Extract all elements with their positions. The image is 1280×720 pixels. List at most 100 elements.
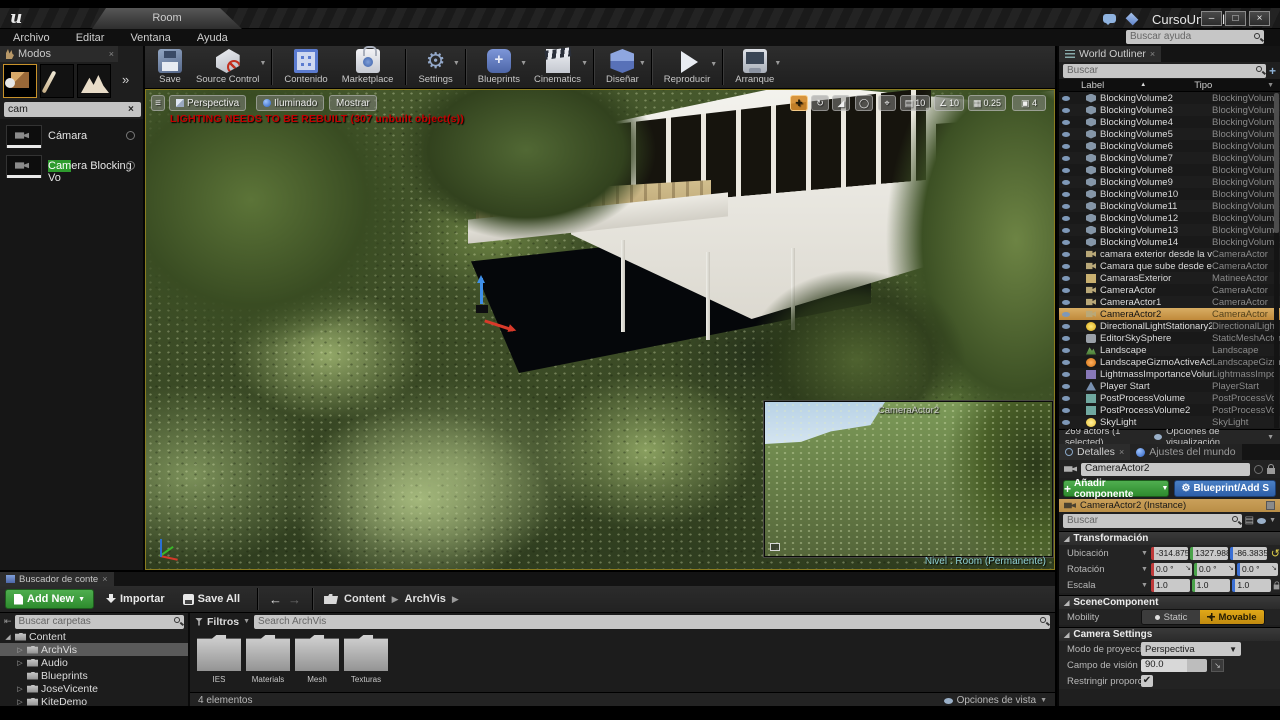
close-icon[interactable]: ×: [1119, 447, 1124, 457]
chevron-icon[interactable]: ▷: [16, 646, 24, 654]
list-item-camera[interactable]: Cámara: [0, 123, 143, 151]
projection-select[interactable]: Perspectiva ▼: [1141, 642, 1241, 656]
rotation-z-input[interactable]: 0.0 ° ↘: [1236, 562, 1278, 576]
tab-world-outliner[interactable]: World Outliner ×: [1059, 46, 1162, 62]
mode-paint-button[interactable]: [40, 64, 74, 98]
outliner-row-cameraactor1[interactable]: CameraActor1 CameraActor: [1059, 296, 1280, 308]
rotation-x-input[interactable]: 0.0 ° ↘: [1150, 562, 1192, 576]
blueprint-add-script-button[interactable]: ⚙ Blueprint/Add S: [1174, 480, 1276, 497]
marketplace-gem-icon[interactable]: [1125, 12, 1139, 26]
outliner-row-lightmassimportancevolume[interactable]: LightmassImportanceVolume LightmassImpo: [1059, 368, 1280, 380]
outliner-row-directionallightstationary2[interactable]: DirectionalLightStationary2 DirectionalLi…: [1059, 320, 1280, 332]
feedback-icon[interactable]: [1103, 14, 1116, 25]
toolbar-contenido-button[interactable]: Contenido: [277, 48, 334, 86]
eye-icon[interactable]: [1062, 167, 1070, 173]
component-instance-row[interactable]: CameraActor2 (Instance): [1059, 499, 1280, 512]
eye-icon[interactable]: [1062, 131, 1070, 137]
eye-icon[interactable]: [1062, 263, 1070, 269]
eye-icon[interactable]: [1062, 359, 1070, 365]
outliner-row-blockingvolume6[interactable]: BlockingVolume6 BlockingVolume: [1059, 140, 1280, 152]
scale-tool-button[interactable]: ◢: [832, 95, 850, 111]
mode-landscape-button[interactable]: [77, 64, 111, 98]
filters-button[interactable]: Filtros: [207, 616, 239, 628]
forward-button[interactable]: →: [288, 592, 301, 607]
import-button[interactable]: Importar: [100, 593, 171, 605]
eye-icon[interactable]: [1062, 335, 1070, 341]
world-local-toggle[interactable]: ◯: [855, 95, 873, 111]
radio-icon[interactable]: [126, 161, 135, 170]
eye-icon[interactable]: [1062, 239, 1070, 245]
outliner-row-blockingvolume14[interactable]: BlockingVolume14 BlockingVolume: [1059, 236, 1280, 248]
add-new-button[interactable]: Add New ▼: [5, 589, 94, 609]
outliner-row-blockingvolume9[interactable]: BlockingVolume9 BlockingVolume: [1059, 176, 1280, 188]
outliner-row-blockingvolume11[interactable]: BlockingVolume11 BlockingVolume: [1059, 200, 1280, 212]
column-type[interactable]: Tipo: [1194, 80, 1212, 91]
scale-z-input[interactable]: 1.0: [1232, 578, 1272, 592]
view-options-button[interactable]: Opciones de vista: [957, 695, 1037, 706]
eye-icon[interactable]: [1062, 191, 1070, 197]
content-folder-ies[interactable]: IES: [196, 635, 242, 682]
scrollbar-thumb[interactable]: [1274, 93, 1279, 233]
tree-item-blueprints[interactable]: Blueprints: [0, 669, 188, 682]
toolbar-source-control-button[interactable]: Source Control ▼: [189, 48, 266, 86]
outliner-row-editorskysphere[interactable]: EditorSkySphere StaticMeshActor: [1059, 332, 1280, 344]
outliner-row-blockingvolume12[interactable]: BlockingVolume12 BlockingVolume: [1059, 212, 1280, 224]
outliner-row-blockingvolume13[interactable]: BlockingVolume13 BlockingVolume: [1059, 224, 1280, 236]
toolbar-settings-button[interactable]: ⚙ Settings ▼: [411, 48, 459, 86]
tab-content-browser[interactable]: Buscador de conte ×: [0, 572, 114, 586]
scale-x-input[interactable]: 1.0: [1150, 578, 1190, 592]
close-icon[interactable]: ×: [102, 574, 107, 584]
level-tab[interactable]: Room: [92, 8, 242, 29]
eye-icon[interactable]: [1062, 299, 1070, 305]
eye-icon[interactable]: [1062, 323, 1070, 329]
reset-location-icon[interactable]: ↺: [1271, 547, 1280, 560]
move-tool-button[interactable]: ✚: [790, 95, 808, 111]
outliner-row-postprocessvolume[interactable]: PostProcessVolume PostProcessVo: [1059, 392, 1280, 404]
tree-item-content[interactable]: ◢ Content: [0, 630, 188, 643]
camera-preview-window[interactable]: CameraActor2: [764, 401, 1053, 557]
eye-icon[interactable]: [1062, 143, 1070, 149]
save-all-button[interactable]: Save All: [177, 593, 246, 605]
toolbar-reproducir-button[interactable]: Reproducir ▼: [657, 49, 717, 86]
eye-icon[interactable]: [1062, 155, 1070, 161]
grid-view-icon[interactable]: ▤: [1245, 515, 1254, 526]
eye-icon[interactable]: [1062, 119, 1070, 125]
toolbar-cinematics-button[interactable]: Cinematics ▼: [527, 48, 588, 86]
outliner-row-cameraactor2[interactable]: CameraActor2 CameraActor: [1059, 308, 1280, 320]
menu-ventana[interactable]: Ventana: [117, 32, 183, 44]
menu-archivo[interactable]: Archivo: [0, 32, 63, 44]
modes-tab[interactable]: Modos ×: [0, 46, 118, 62]
rotation-y-input[interactable]: 0.0 ° ↘: [1193, 562, 1235, 576]
tree-item-archvis[interactable]: ▷ ArchVis: [0, 643, 188, 656]
folder-search-input[interactable]: Buscar carpetas: [14, 614, 184, 629]
outliner-search-input[interactable]: Buscar: [1063, 63, 1266, 78]
asset-search-input[interactable]: Search ArchVis: [254, 614, 1050, 629]
section-camera-settings[interactable]: ◢ Camera Settings: [1059, 627, 1280, 641]
chevron-icon[interactable]: ▷: [16, 685, 24, 693]
tab-world-settings[interactable]: Ajustes del mundo: [1130, 444, 1242, 460]
outliner-row-camara-que-sube-desde-el-ce[interactable]: Camara que sube desde el ceCameraActor: [1059, 260, 1280, 272]
outliner-row-camarasexterior[interactable]: CamarasExterior MatineeActor: [1059, 272, 1280, 284]
outliner-row-blockingvolume4[interactable]: BlockingVolume4 BlockingVolume: [1059, 116, 1280, 128]
breadcrumb-content[interactable]: Content: [344, 593, 386, 605]
content-folder-mesh[interactable]: Mesh: [294, 635, 340, 682]
eye-icon[interactable]: [1062, 287, 1070, 293]
toolbar-marketplace-button[interactable]: Marketplace: [335, 46, 401, 86]
close-icon[interactable]: ×: [1150, 49, 1155, 59]
rotation-label[interactable]: Rotación: [1067, 564, 1141, 575]
show-dropdown[interactable]: Mostrar: [329, 95, 377, 111]
eye-icon[interactable]: [1062, 395, 1070, 401]
scale-lock-icon[interactable]: [1273, 580, 1280, 589]
eye-icon[interactable]: [1062, 275, 1070, 281]
content-folder-materials[interactable]: Materials: [245, 635, 291, 682]
mode-place-button[interactable]: [3, 64, 37, 98]
chevron-icon[interactable]: ▷: [16, 659, 24, 667]
rotation-snap-button[interactable]: ∠ 10: [934, 95, 964, 111]
eye-icon[interactable]: [1062, 407, 1070, 413]
outliner-row-postprocessvolume2[interactable]: PostProcessVolume2 PostProcessVo: [1059, 404, 1280, 416]
chevron-icon[interactable]: ▷: [16, 698, 24, 706]
scale-label[interactable]: Escala: [1067, 580, 1141, 591]
lit-dropdown[interactable]: Iluminado: [256, 95, 325, 111]
gizmo-z-axis[interactable]: [477, 275, 485, 304]
perspective-dropdown[interactable]: Perspectiva: [169, 95, 247, 111]
